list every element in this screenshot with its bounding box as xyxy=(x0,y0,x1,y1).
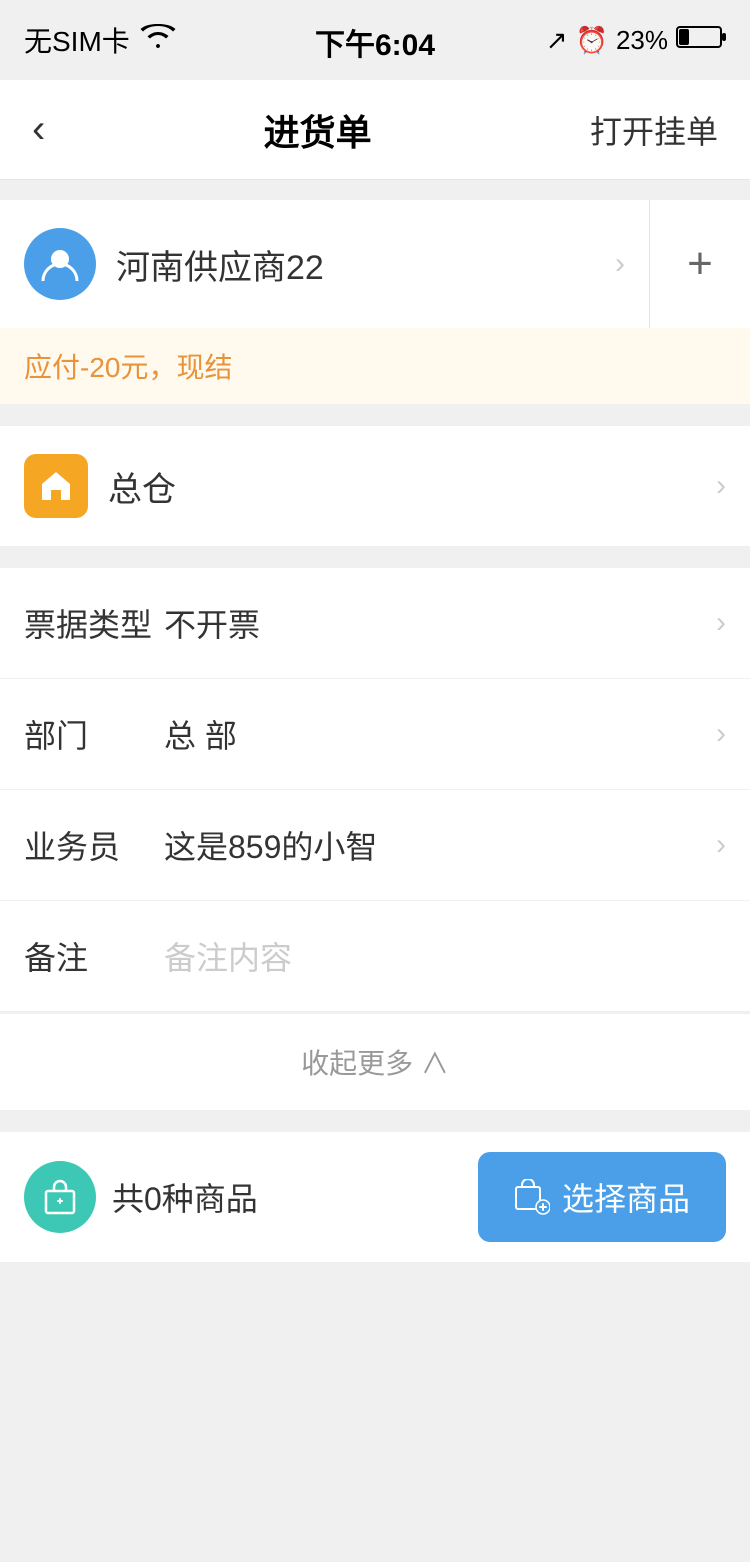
supplier-avatar xyxy=(24,228,96,300)
status-right: ↗ ⏰ 23% xyxy=(546,24,726,57)
status-time: 下午6:04 xyxy=(315,20,435,64)
bottom-bar: 共0种商品 选择商品 xyxy=(0,1132,750,1262)
nav-bar: ‹ 进货单 打开挂单 xyxy=(0,80,750,180)
salesman-row[interactable]: 业务员 这是859的小智 › xyxy=(0,790,750,901)
alarm-icon: ⏰ xyxy=(576,25,608,56)
department-chevron-icon: › xyxy=(716,717,726,751)
select-product-label: 选择商品 xyxy=(562,1174,690,1220)
back-button[interactable]: ‹ xyxy=(32,107,45,152)
warehouse-name: 总仓 xyxy=(108,462,706,511)
wifi-icon xyxy=(140,24,176,57)
remark-label: 备注 xyxy=(24,933,164,979)
signal-text: 无SIM卡 xyxy=(24,20,130,60)
warehouse-chevron-icon: › xyxy=(716,469,726,503)
status-left: 无SIM卡 xyxy=(24,20,176,60)
supplier-chevron-icon: › xyxy=(615,247,625,281)
collapse-row[interactable]: 收起更多 ∧ xyxy=(0,1013,750,1110)
status-bar: 无SIM卡 下午6:04 ↗ ⏰ 23% xyxy=(0,0,750,80)
location-icon: ↗ xyxy=(546,25,568,56)
invoice-chevron-icon: › xyxy=(716,606,726,640)
supplier-name: 河南供应商22 xyxy=(116,240,605,289)
battery-text: 23% xyxy=(616,25,668,56)
open-pending-button[interactable]: 打开挂单 xyxy=(590,107,718,153)
supplier-row[interactable]: 河南供应商22 › xyxy=(0,200,650,328)
supplier-add-button[interactable]: + xyxy=(650,239,750,289)
divider-2 xyxy=(0,404,750,424)
battery-icon xyxy=(676,24,726,57)
warehouse-icon xyxy=(24,454,88,518)
salesman-chevron-icon: › xyxy=(716,828,726,862)
collapse-button[interactable]: 收起更多 ∧ xyxy=(301,1042,449,1082)
divider-1 xyxy=(0,180,750,200)
select-product-button[interactable]: 选择商品 xyxy=(478,1152,726,1242)
product-icon xyxy=(24,1161,96,1233)
remark-row[interactable]: 备注 备注内容 xyxy=(0,901,750,1011)
invoice-row[interactable]: 票据类型 不开票 › xyxy=(0,568,750,679)
warehouse-row[interactable]: 总仓 › xyxy=(0,426,750,546)
salesman-label: 业务员 xyxy=(24,822,164,868)
page-title: 进货单 xyxy=(264,104,372,156)
remark-input[interactable]: 备注内容 xyxy=(164,933,726,979)
invoice-label: 票据类型 xyxy=(24,600,164,646)
supplier-section: 河南供应商22 › + xyxy=(0,200,750,328)
notice-banner: 应付-20元，现结 xyxy=(0,328,750,404)
form-section: 票据类型 不开票 › 部门 总 部 › 业务员 这是859的小智 › 备注 备注… xyxy=(0,568,750,1011)
divider-4 xyxy=(0,1110,750,1130)
department-row[interactable]: 部门 总 部 › xyxy=(0,679,750,790)
product-count-area: 共0种商品 xyxy=(24,1161,258,1233)
divider-3 xyxy=(0,546,750,566)
department-label: 部门 xyxy=(24,711,164,757)
invoice-value: 不开票 xyxy=(164,600,706,646)
salesman-value: 这是859的小智 xyxy=(164,822,706,868)
department-value: 总 部 xyxy=(164,711,706,757)
content-area xyxy=(0,1262,750,1562)
product-count-text: 共0种商品 xyxy=(112,1174,258,1220)
